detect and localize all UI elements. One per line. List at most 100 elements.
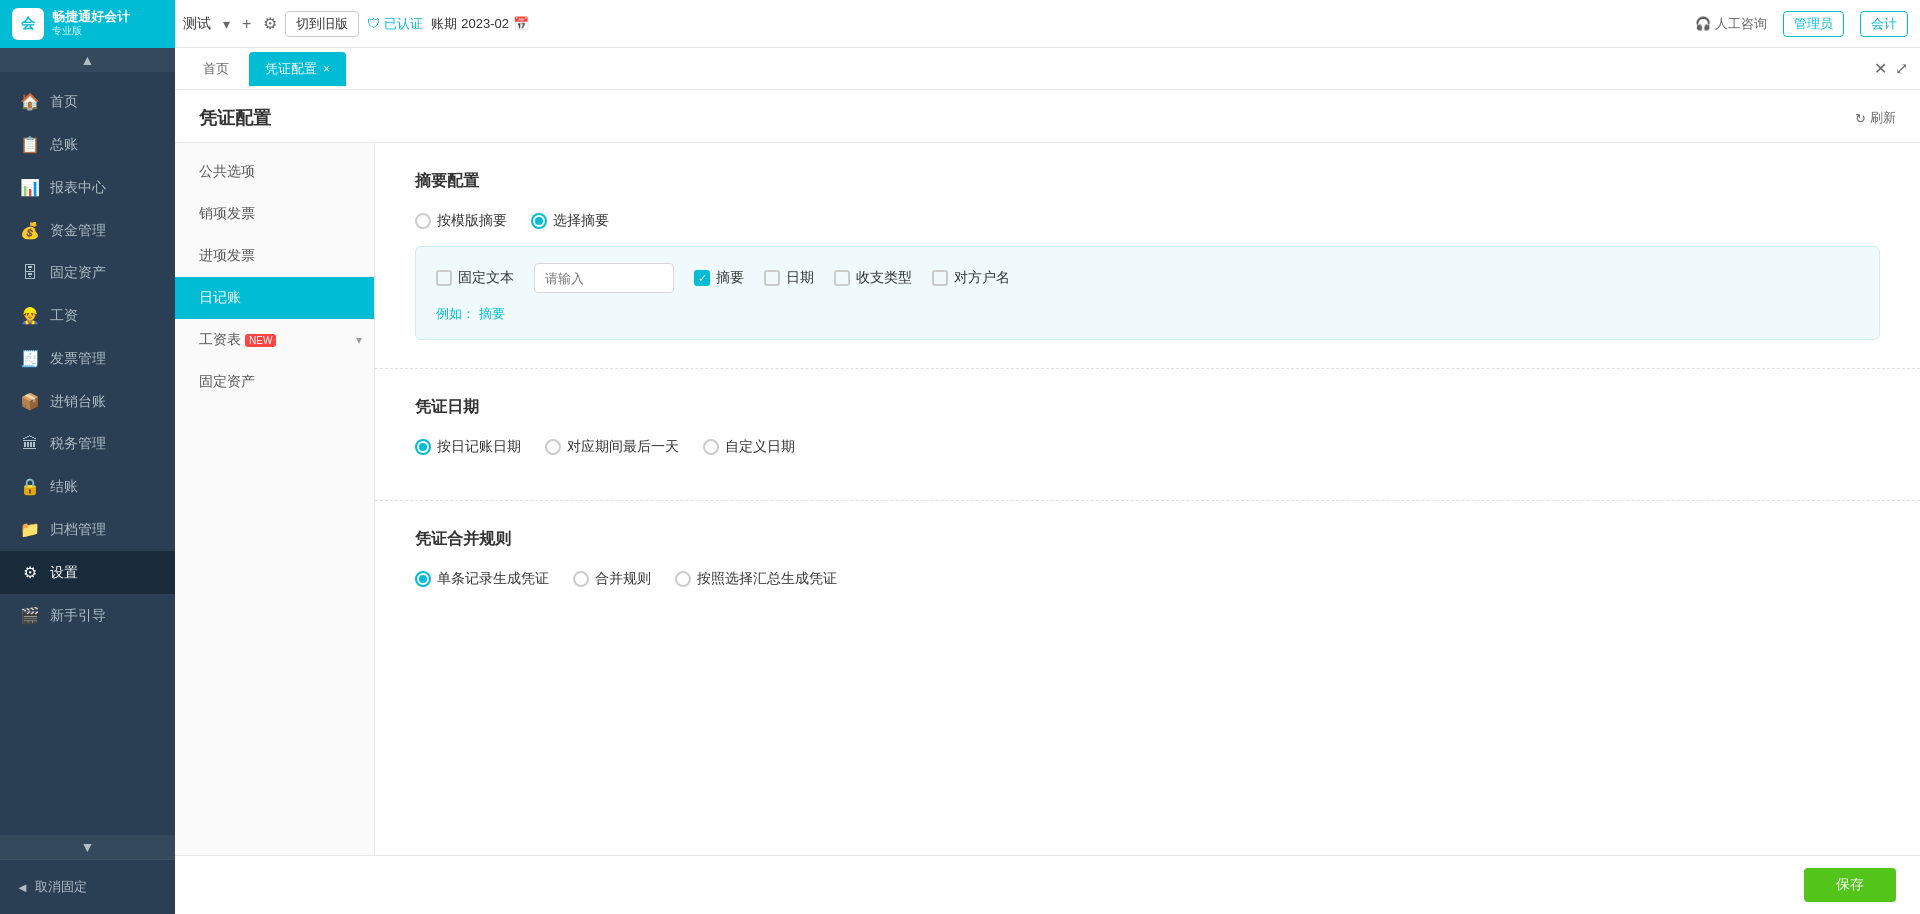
- radio-single[interactable]: 单条记录生成凭证: [415, 570, 549, 588]
- tab-voucher-config[interactable]: 凭证配置 ×: [249, 52, 346, 86]
- menu-item-public[interactable]: 公共选项: [175, 151, 374, 193]
- chevron-down-icon[interactable]: ▾: [223, 16, 230, 32]
- sidebar-item-tax[interactable]: 🏛 税务管理: [0, 423, 175, 465]
- radio-custom-date-circle: [703, 439, 719, 455]
- menu-item-purchase-invoice[interactable]: 进项发票: [175, 235, 374, 277]
- sidebar-item-home[interactable]: 🏠 首页: [0, 80, 175, 123]
- merge-section-title: 凭证合并规则: [415, 529, 1880, 550]
- tab-expand: ✕ ⤢: [1874, 59, 1908, 78]
- sales-icon: 📦: [20, 392, 40, 411]
- sidebar-item-sales[interactable]: 📦 进销台账: [0, 380, 175, 423]
- checkbox-date[interactable]: 日期: [764, 269, 814, 287]
- summary-section: 摘要配置 按模版摘要 选择摘要: [375, 143, 1920, 369]
- date-checkbox: [764, 270, 780, 286]
- date-section-title: 凭证日期: [415, 397, 1880, 418]
- left-menu: 公共选项 销项发票 进项发票 日记账 工资表 NEW ▾ 固定资产: [175, 143, 375, 855]
- sidebar-item-ledger[interactable]: 📋 总账: [0, 123, 175, 166]
- radio-diary-date-circle: [415, 439, 431, 455]
- config-area: 摘要配置 按模版摘要 选择摘要: [375, 143, 1920, 855]
- sidebar-item-guide[interactable]: 🎬 新手引导: [0, 594, 175, 637]
- consult-btn[interactable]: 🎧 人工咨询: [1695, 15, 1767, 33]
- refresh-icon: ↻: [1855, 111, 1866, 126]
- radio-select-merge[interactable]: 按照选择汇总生成凭证: [675, 570, 837, 588]
- radio-select-circle: [531, 213, 547, 229]
- new-badge: NEW: [245, 334, 276, 347]
- refresh-btn[interactable]: ↻ 刷新: [1855, 109, 1896, 127]
- shield-icon: 🛡: [367, 16, 380, 31]
- menu-item-sales-invoice[interactable]: 销项发票: [175, 193, 374, 235]
- tab-home[interactable]: 首页: [187, 52, 245, 86]
- merge-section: 凭证合并规则 单条记录生成凭证 合并规则: [375, 501, 1920, 632]
- inner-layout: 公共选项 销项发票 进项发票 日记账 工资表 NEW ▾ 固定资产 摘要配置: [175, 143, 1920, 855]
- save-btn[interactable]: 保存: [1804, 868, 1896, 902]
- radio-custom-date[interactable]: 自定义日期: [703, 438, 795, 456]
- expand-icon[interactable]: ⤢: [1895, 59, 1908, 78]
- header-right: 🎧 人工咨询 管理员 会计: [1695, 11, 1908, 37]
- archive-icon: 📁: [20, 520, 40, 539]
- menu-item-payroll[interactable]: 工资表 NEW ▾: [175, 319, 374, 361]
- switch-old-btn[interactable]: 切到旧版: [285, 11, 359, 37]
- cancel-fixed-btn[interactable]: ◄ 取消固定: [0, 870, 175, 904]
- checkbox-counterpart[interactable]: 对方户名: [932, 269, 1010, 287]
- menu-item-diary[interactable]: 日记账: [175, 277, 374, 319]
- pin-icon: ◄: [16, 880, 29, 895]
- sidebar-item-close[interactable]: 🔒 结账: [0, 465, 175, 508]
- radio-merge-circle: [573, 571, 589, 587]
- menu-item-fixed-assets[interactable]: 固定资产: [175, 361, 374, 403]
- logo-text: 畅捷通好会计: [52, 9, 130, 25]
- logo-sub: 专业版: [52, 24, 130, 38]
- home-icon: 🏠: [20, 92, 40, 111]
- funds-icon: 💰: [20, 221, 40, 240]
- sidebar-nav: 🏠 首页 📋 总账 📊 报表中心 💰 资金管理 🗄 固定资产 👷 工资: [0, 72, 175, 835]
- sidebar-scroll-up[interactable]: ▲: [0, 48, 175, 72]
- certified-status: 🛡 已认证: [367, 15, 423, 33]
- company-name: 测试: [183, 15, 211, 33]
- admin-btn[interactable]: 管理员: [1783, 11, 1844, 37]
- page-content: 凭证配置 ↻ 刷新 公共选项 销项发票 进项发票 日记账 工资表 NEW ▾: [175, 90, 1920, 855]
- accountant-btn[interactable]: 会计: [1860, 11, 1908, 37]
- sidebar-item-invoice[interactable]: 🧾 发票管理: [0, 337, 175, 380]
- checkbox-pay-type[interactable]: 收支类型: [834, 269, 912, 287]
- sidebar-item-assets[interactable]: 🗄 固定资产: [0, 252, 175, 294]
- summary-checkbox: ✓: [694, 270, 710, 286]
- summary-sub-config: 固定文本 ✓ 摘要 日期: [415, 246, 1880, 340]
- assets-icon: 🗄: [20, 264, 40, 282]
- fixed-text-checkbox: [436, 270, 452, 286]
- close-accounts-icon: 🔒: [20, 477, 40, 496]
- checkbox-fixed-text[interactable]: 固定文本: [436, 269, 514, 287]
- gear-icon[interactable]: ⚙: [263, 14, 277, 33]
- sidebar-item-reports[interactable]: 📊 报表中心: [0, 166, 175, 209]
- guide-icon: 🎬: [20, 606, 40, 625]
- radio-select-merge-circle: [675, 571, 691, 587]
- top-header: 会 畅捷通好会计 专业版 测试 ▾ + ⚙ 切到旧版 🛡 已认证 账期 2023…: [0, 0, 1920, 48]
- radio-period-last[interactable]: 对应期间最后一天: [545, 438, 679, 456]
- pay-type-checkbox: [834, 270, 850, 286]
- add-icon[interactable]: +: [242, 15, 251, 33]
- example-text: 例如： 摘要: [436, 305, 1859, 323]
- calendar-icon[interactable]: 📅: [513, 16, 529, 31]
- tab-close-icon[interactable]: ×: [323, 62, 330, 76]
- sidebar-item-settings[interactable]: ⚙ 设置: [0, 551, 175, 594]
- headset-icon: 🎧: [1695, 16, 1711, 31]
- checkbox-summary[interactable]: ✓ 摘要: [694, 269, 744, 287]
- sidebar-item-salary[interactable]: 👷 工资: [0, 294, 175, 337]
- fixed-text-input[interactable]: [534, 263, 674, 293]
- page-header: 凭证配置 ↻ 刷新: [175, 90, 1920, 143]
- radio-period-last-circle: [545, 439, 561, 455]
- radio-template-circle: [415, 213, 431, 229]
- counterpart-checkbox: [932, 270, 948, 286]
- ledger-icon: 📋: [20, 135, 40, 154]
- radio-template-summary[interactable]: 按模版摘要: [415, 212, 507, 230]
- merge-radio-group: 单条记录生成凭证 合并规则 按照选择汇总生成凭证: [415, 570, 1880, 588]
- sidebar: ▲ 🏠 首页 📋 总账 📊 报表中心 💰 资金管理 🗄 固定资产: [0, 48, 175, 914]
- date-radio-group: 按日记账日期 对应期间最后一天 自定义日期: [415, 438, 1880, 456]
- sidebar-item-funds[interactable]: 💰 资金管理: [0, 209, 175, 252]
- sidebar-scroll-down[interactable]: ▼: [0, 835, 175, 859]
- radio-select-summary[interactable]: 选择摘要: [531, 212, 609, 230]
- radio-diary-date[interactable]: 按日记账日期: [415, 438, 521, 456]
- salary-icon: 👷: [20, 306, 40, 325]
- radio-merge[interactable]: 合并规则: [573, 570, 651, 588]
- page-footer: 保存: [175, 855, 1920, 914]
- sidebar-item-archive[interactable]: 📁 归档管理: [0, 508, 175, 551]
- close-window-icon[interactable]: ✕: [1874, 59, 1887, 78]
